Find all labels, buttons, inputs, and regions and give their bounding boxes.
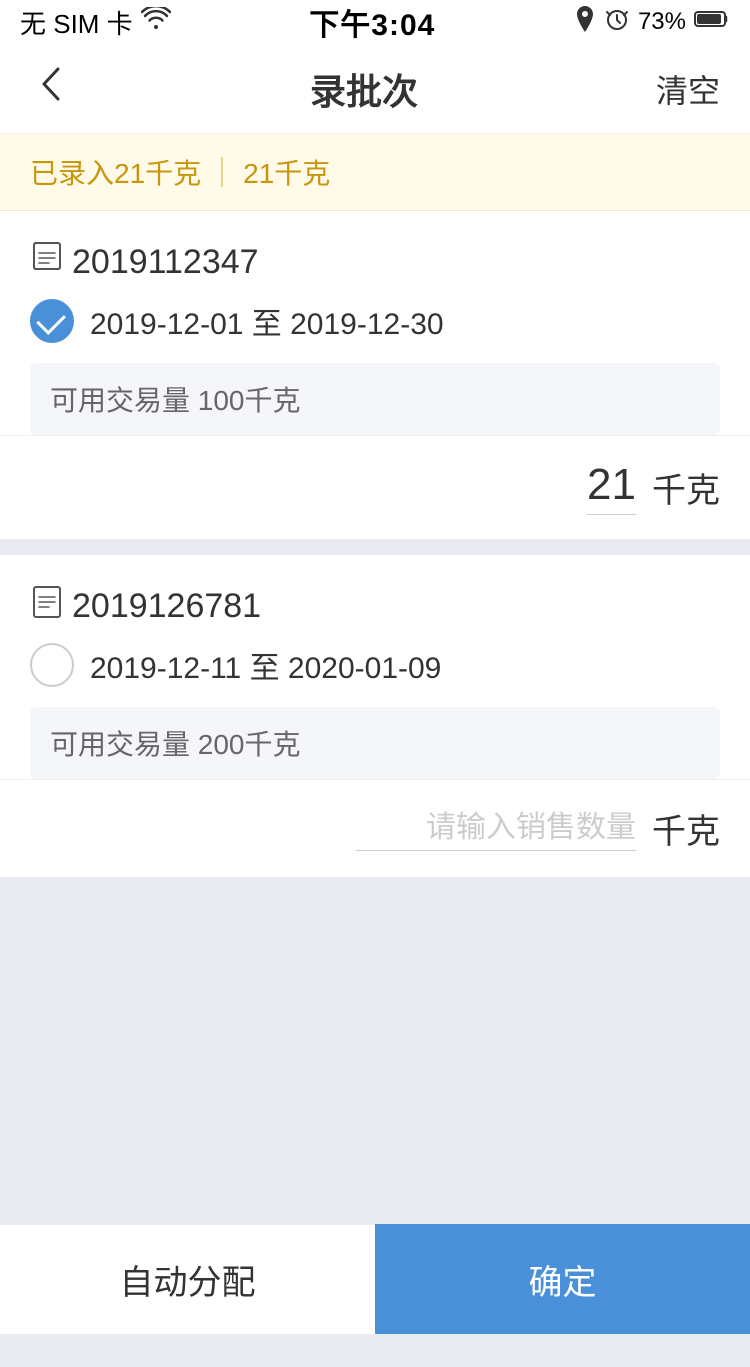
radio-unchecked-2[interactable] xyxy=(30,643,74,687)
input-row-2: 千克 xyxy=(0,779,750,877)
wifi-icon xyxy=(141,7,171,38)
amount-row-1: 21 千克 xyxy=(0,435,750,539)
info-bar: 已录入21千克 21千克 xyxy=(0,134,750,211)
no-sim-text: 无 SIM 卡 xyxy=(20,4,133,41)
batch-id-2: 2019126781 xyxy=(72,587,261,626)
bottom-buttons: 自动分配 确定 xyxy=(0,1224,750,1334)
battery-percent: 73% xyxy=(638,8,686,36)
page-title: 录批次 xyxy=(310,63,418,115)
status-time: 下午3:04 xyxy=(309,0,435,44)
status-left: 无 SIM 卡 xyxy=(20,4,171,41)
radio-checked-1[interactable] xyxy=(30,299,74,343)
batch-id-1: 2019112347 xyxy=(72,243,259,282)
battery-icon xyxy=(694,8,730,36)
back-button[interactable] xyxy=(30,55,72,122)
batch-card-2: 2019126781 2019-12-11 至 2020-01-09 可用交易量… xyxy=(0,555,750,779)
batch-qty-bar-2: 可用交易量 200千克 xyxy=(30,707,720,779)
batch-date-1: 2019-12-01 至 2019-12-30 xyxy=(90,299,444,343)
batch-qty-text-2: 可用交易量 200千克 xyxy=(50,729,301,760)
batch-qty-bar-1: 可用交易量 100千克 xyxy=(30,363,720,435)
status-right: 73% xyxy=(574,5,730,40)
info-value: 21千克 xyxy=(243,152,330,192)
location-icon xyxy=(574,5,596,40)
amount-unit-1: 千克 xyxy=(652,463,720,512)
status-bar: 无 SIM 卡 下午3:04 73% xyxy=(0,0,750,44)
nav-bar: 录批次 清空 xyxy=(0,44,750,134)
amount-value-1: 21 xyxy=(587,460,636,509)
recorded-label: 已录入21千克 xyxy=(30,152,201,192)
amount-input-area-1[interactable]: 21 xyxy=(587,460,636,515)
input-unit-2: 千克 xyxy=(652,804,720,853)
batch-card-1: 2019112347 2019-12-01 至 2019-12-30 可用交易量… xyxy=(0,211,750,435)
batch-doc-icon-2 xyxy=(30,585,64,627)
batch-id-row-2: 2019126781 xyxy=(30,585,720,627)
batch-qty-text-1: 可用交易量 100千克 xyxy=(50,385,301,416)
qty-input-wrapper-2[interactable] xyxy=(356,807,636,851)
confirm-button[interactable]: 确定 xyxy=(375,1224,750,1334)
batch-doc-icon-1 xyxy=(30,241,64,283)
section-divider xyxy=(0,539,750,555)
auto-distribute-button[interactable]: 自动分配 xyxy=(0,1224,375,1334)
alarm-icon xyxy=(604,6,630,39)
batch-id-row-1: 2019112347 xyxy=(30,241,720,283)
batch-date-2: 2019-12-11 至 2020-01-09 xyxy=(90,643,441,687)
batch-date-row-1[interactable]: 2019-12-01 至 2019-12-30 xyxy=(30,299,720,343)
qty-input-2[interactable] xyxy=(356,807,636,846)
clear-button[interactable]: 清空 xyxy=(656,66,720,112)
info-divider xyxy=(221,157,223,187)
batch-date-row-2[interactable]: 2019-12-11 至 2020-01-09 xyxy=(30,643,720,687)
